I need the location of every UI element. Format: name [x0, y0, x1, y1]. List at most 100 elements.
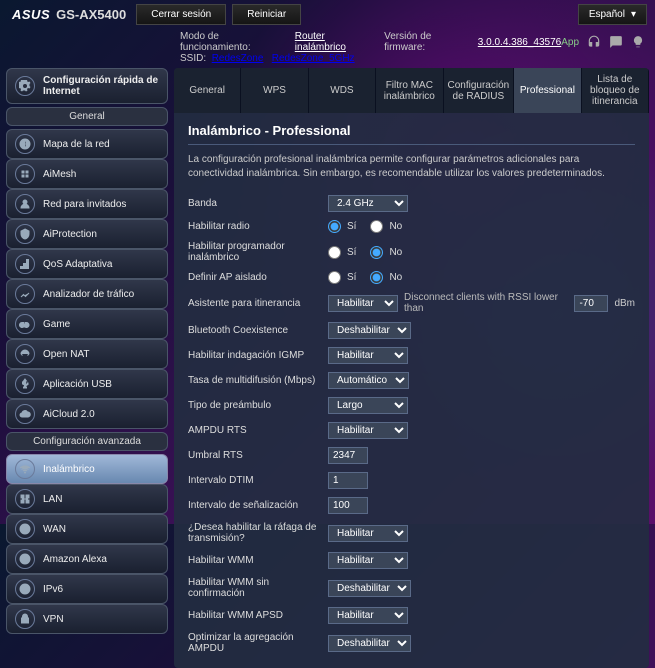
- beacon-input[interactable]: [328, 497, 368, 514]
- panel-title: Inalámbrico - Professional: [188, 123, 635, 145]
- sidebar-item-label: Open NAT: [43, 349, 90, 360]
- roaming-hint: Disconnect clients with RSSI lower than: [404, 292, 568, 314]
- tab-configuración-de-radius[interactable]: Configuración de RADIUS: [444, 68, 515, 113]
- reboot-button[interactable]: Reiniciar: [232, 4, 301, 25]
- beacon-label: Intervalo de señalización: [188, 500, 328, 511]
- sidebar-item-ipv6[interactable]: IPv6: [6, 574, 168, 604]
- isolated_ap-no[interactable]: [370, 271, 383, 284]
- enable_sched-yes[interactable]: [328, 246, 341, 259]
- sidebar-item-analizador-de-tráfico[interactable]: Analizador de tráfico: [6, 279, 168, 309]
- sidebar-item-aiprotection[interactable]: AiProtection: [6, 219, 168, 249]
- rssi-input[interactable]: [574, 295, 608, 312]
- advanced-header: Configuración avanzada: [6, 432, 168, 451]
- ssid1-link[interactable]: RedesZone: [212, 53, 264, 64]
- tab-wps[interactable]: WPS: [241, 68, 308, 113]
- headset-icon[interactable]: [587, 35, 601, 49]
- enable_radio-yes[interactable]: [328, 220, 341, 233]
- sidebar-item-label: WAN: [43, 524, 66, 535]
- quick-setup[interactable]: Configuración rápida de Internet: [6, 68, 168, 104]
- light-icon[interactable]: [631, 35, 645, 49]
- sidebar-item-aicloud-2.0[interactable]: AiCloud 2.0: [6, 399, 168, 429]
- sidebar-item-label: QoS Adaptativa: [43, 259, 113, 270]
- sidebar-item-red-para-invitados[interactable]: Red para invitados: [6, 189, 168, 219]
- alexa-icon: [15, 549, 35, 569]
- sidebar-item-label: Mapa de la red: [43, 139, 110, 150]
- sidebar-item-vpn[interactable]: VPN: [6, 604, 168, 634]
- yes-label: Sí: [347, 272, 356, 283]
- wmm_noack-select[interactable]: Deshabilitar: [328, 580, 411, 597]
- enable_radio-no[interactable]: [370, 220, 383, 233]
- mcast-select[interactable]: Automático: [328, 372, 409, 389]
- sidebar-item-label: AiMesh: [43, 169, 76, 180]
- feedback-icon[interactable]: [609, 35, 623, 49]
- wmm-select[interactable]: Habilitar: [328, 552, 408, 569]
- rts-input[interactable]: [328, 447, 368, 464]
- wmm_noack-label: Habilitar WMM sin confirmación: [188, 577, 328, 599]
- sidebar-item-game[interactable]: Game: [6, 309, 168, 339]
- sidebar-item-aimesh[interactable]: AiMesh: [6, 159, 168, 189]
- sidebar-item-wan[interactable]: WAN: [6, 514, 168, 544]
- sidebar-item-label: Amazon Alexa: [43, 554, 107, 565]
- fw-link[interactable]: 3.0.0.4.386_43576: [478, 37, 561, 48]
- sidebar-item-label: Aplicación USB: [43, 379, 112, 390]
- game-icon: [15, 314, 35, 334]
- sidebar-item-aplicación-usb[interactable]: Aplicación USB: [6, 369, 168, 399]
- sidebar-item-label: AiCloud 2.0: [43, 409, 95, 420]
- ampdu-label: AMPDU RTS: [188, 425, 328, 436]
- tab-professional[interactable]: Professional: [514, 68, 581, 113]
- chevron-down-icon: ▾: [631, 9, 636, 20]
- tab-filtro-mac-inalámbrico[interactable]: Filtro MAC inalámbrico: [376, 68, 443, 113]
- app-link[interactable]: App: [561, 37, 579, 48]
- panel-desc: La configuración profesional inalámbrica…: [188, 153, 635, 181]
- language-select[interactable]: Español ▾: [578, 4, 647, 25]
- sidebar-item-inalámbrico[interactable]: Inalámbrico: [6, 454, 168, 484]
- ssid2-link[interactable]: RedesZone_5GHz: [272, 53, 355, 64]
- band-select[interactable]: 2.4 GHz: [328, 195, 408, 212]
- sidebar-item-open-nat[interactable]: Open NAT: [6, 339, 168, 369]
- band-label: Banda: [188, 198, 328, 209]
- model-text: GS-AX5400: [56, 7, 126, 22]
- mode-link[interactable]: Router inalámbrico: [295, 31, 379, 53]
- qos-icon: [15, 254, 35, 274]
- ampdu-select[interactable]: Habilitar: [328, 422, 408, 439]
- tab-wds[interactable]: WDS: [309, 68, 376, 113]
- ampdu_agg-select[interactable]: Deshabilitar: [328, 635, 411, 652]
- yes-label: Sí: [347, 247, 356, 258]
- dtim-label: Intervalo DTIM: [188, 475, 328, 486]
- sidebar: Configuración rápida de Internet General…: [6, 68, 168, 668]
- sidebar-item-amazon-alexa[interactable]: Amazon Alexa: [6, 544, 168, 574]
- network-icon: [15, 134, 35, 154]
- cloud-icon: [15, 404, 35, 424]
- wmm_apsd-select[interactable]: Habilitar: [328, 607, 408, 624]
- dtim-input[interactable]: [328, 472, 368, 489]
- sidebar-item-label: Red para invitados: [43, 199, 126, 210]
- rssi-unit: dBm: [614, 298, 635, 309]
- tab-lista-de-bloqueo-de-itinerancia[interactable]: Lista de bloqueo de itinerancia: [582, 68, 649, 113]
- ampdu_agg-label: Optimizar la agregación AMPDU: [188, 632, 328, 654]
- igmp-select[interactable]: Habilitar: [328, 347, 408, 364]
- tab-general[interactable]: General: [174, 68, 241, 113]
- enable_sched-no[interactable]: [370, 246, 383, 259]
- wan-icon: [15, 519, 35, 539]
- fw-label: Versión de firmware:: [384, 31, 475, 53]
- enable_radio-label: Habilitar radio: [188, 221, 328, 232]
- sidebar-item-lan[interactable]: LAN: [6, 484, 168, 514]
- gear-icon: [15, 76, 35, 96]
- wmm-label: Habilitar WMM: [188, 555, 328, 566]
- analyzer-icon: [15, 284, 35, 304]
- preamble-select[interactable]: Largo: [328, 397, 408, 414]
- logout-button[interactable]: Cerrar sesión: [136, 4, 226, 25]
- txburst-select[interactable]: Habilitar: [328, 525, 408, 542]
- roaming-select[interactable]: Habilitar: [328, 295, 398, 312]
- quick-setup-label: Configuración rápida de Internet: [43, 75, 159, 97]
- enable_sched-label: Habilitar programador inalámbrico: [188, 241, 328, 263]
- wmm_apsd-label: Habilitar WMM APSD: [188, 610, 328, 621]
- sidebar-item-label: LAN: [43, 494, 62, 505]
- sidebar-item-mapa-de-la-red[interactable]: Mapa de la red: [6, 129, 168, 159]
- sidebar-item-qos-adaptativa[interactable]: QoS Adaptativa: [6, 249, 168, 279]
- ssid-label: SSID:: [180, 53, 206, 64]
- isolated_ap-yes[interactable]: [328, 271, 341, 284]
- rts-label: Umbral RTS: [188, 450, 328, 461]
- lan-icon: [15, 489, 35, 509]
- bt_coex-select[interactable]: Deshabilitar: [328, 322, 411, 339]
